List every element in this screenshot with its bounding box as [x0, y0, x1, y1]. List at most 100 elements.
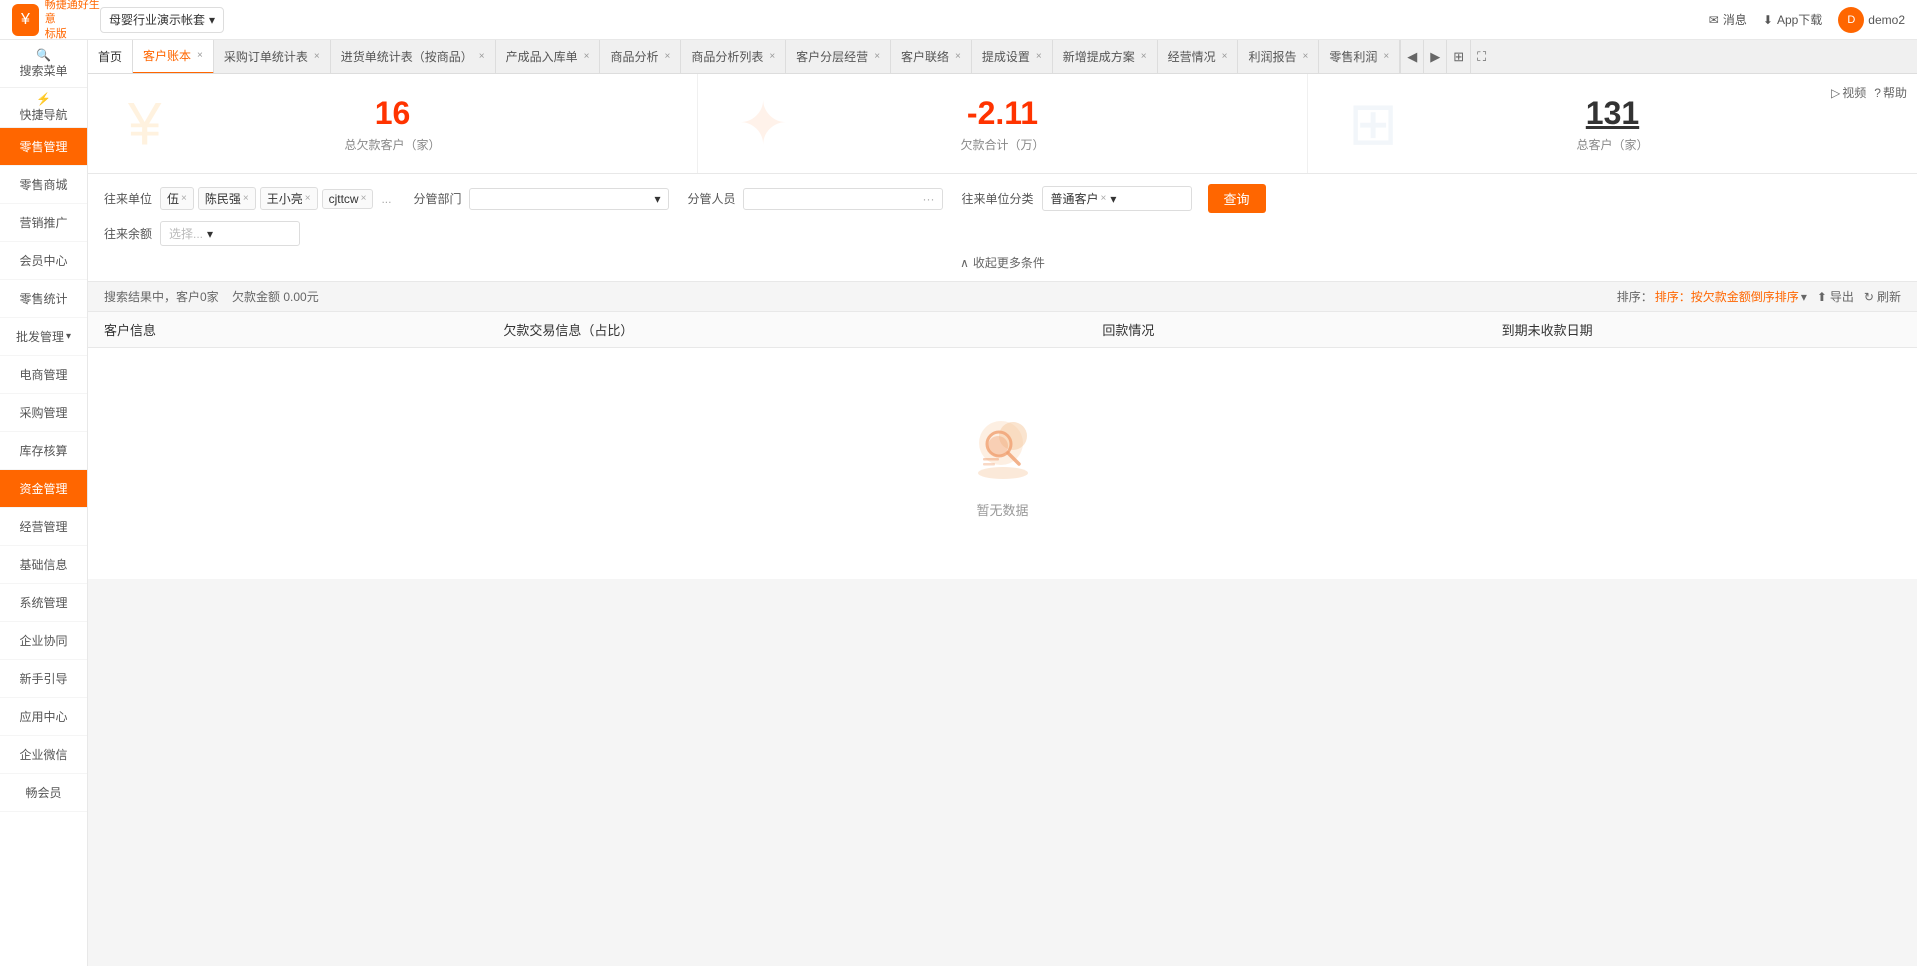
col-customer-info: 客户信息: [104, 320, 503, 339]
tab-operations-status-close[interactable]: ×: [1222, 51, 1228, 62]
tab-stock-stats-label: 进货单统计表（按商品）: [341, 48, 473, 65]
app-download-btn[interactable]: ⬇ App下载: [1763, 11, 1822, 28]
unit-filter-label: 往来单位: [104, 190, 152, 207]
sidebar-item-retail-stats[interactable]: 零售统计: [0, 280, 87, 318]
logo-icon: ¥: [12, 4, 39, 36]
receivable-label: 欠款合计（万）: [960, 136, 1044, 153]
sidebar-quick-nav-label: 快捷导航: [0, 106, 87, 123]
sidebar-item-app-center[interactable]: 应用中心: [0, 698, 87, 736]
unit-tag-wangxiaoliang-close[interactable]: ×: [305, 193, 311, 204]
tab-operations-status[interactable]: 经营情况 ×: [1158, 40, 1239, 74]
tab-operations-status-label: 经营情况: [1168, 48, 1216, 65]
dept-select[interactable]: ▾: [469, 188, 669, 210]
stats-bg-icon-2: ✦: [738, 89, 788, 159]
unit-category-close[interactable]: ×: [1101, 193, 1107, 204]
tab-retail-profit[interactable]: 零售利润 ×: [1319, 40, 1400, 74]
workspace-label: 母婴行业演示帐套: [109, 11, 205, 28]
unit-tag-chenminqiang-close[interactable]: ×: [243, 193, 249, 204]
tab-nav-right[interactable]: ▶: [1423, 40, 1446, 74]
sidebar-item-purchase[interactable]: 采购管理: [0, 394, 87, 432]
sidebar-item-enterprise-wechat[interactable]: 企业微信: [0, 736, 87, 774]
query-button[interactable]: 查询: [1208, 184, 1266, 213]
tab-profit-report[interactable]: 利润报告 ×: [1238, 40, 1319, 74]
tab-stock-stats-by-product[interactable]: 进货单统计表（按商品） ×: [331, 40, 496, 74]
unit-tag-wangxiaoliang: 王小亮 ×: [260, 187, 318, 210]
tab-new-promotion-label: 新增提成方案: [1063, 48, 1135, 65]
tab-stock-stats-close[interactable]: ×: [479, 51, 485, 62]
tab-customer-receivable[interactable]: 客户账本 ×: [133, 40, 214, 74]
message-btn[interactable]: ✉ 消息: [1709, 11, 1747, 28]
sidebar-item-finance[interactable]: 资金管理: [0, 470, 87, 508]
unit-tags-more[interactable]: ...: [377, 190, 395, 208]
tab-customer-receivable-close[interactable]: ×: [197, 50, 203, 61]
tab-fullscreen[interactable]: ⛶: [1470, 40, 1492, 74]
tab-customer-receivable-label: 客户账本: [143, 47, 191, 64]
sidebar-item-basic-info[interactable]: 基础信息: [0, 546, 87, 584]
tab-new-promotion[interactable]: 新增提成方案 ×: [1053, 40, 1158, 74]
tab-product-analysis-label: 商品分析: [610, 48, 658, 65]
tab-product-analysis-list-label: 商品分析列表: [691, 48, 763, 65]
video-btn[interactable]: ▷ 视频: [1831, 84, 1866, 101]
tab-promotion-settings[interactable]: 提成设置 ×: [972, 40, 1053, 74]
person-select[interactable]: ···: [743, 188, 943, 210]
col-receivable-info: 欠款交易信息（占比）: [503, 320, 1102, 339]
result-summary-text: 搜索结果中，客户0家: [104, 290, 219, 304]
chevron-down-icon-dept: ▾: [654, 192, 660, 206]
sidebar-item-member-center[interactable]: 会员中心: [0, 242, 87, 280]
unit-category-select[interactable]: 普通客户 × ▾: [1042, 186, 1192, 211]
tab-product-cost[interactable]: 产成品入库单 ×: [496, 40, 601, 74]
tab-profit-report-close[interactable]: ×: [1302, 51, 1308, 62]
sidebar-item-retail-mgmt[interactable]: 零售管理: [0, 128, 87, 166]
user-profile[interactable]: D demo2: [1838, 7, 1905, 33]
sidebar-item-marketing[interactable]: 营销推广: [0, 204, 87, 242]
tab-new-promotion-close[interactable]: ×: [1141, 51, 1147, 62]
search-icon: 🔍: [0, 48, 87, 62]
tab-nav-left[interactable]: ◀: [1400, 40, 1423, 74]
export-btn[interactable]: ⬆ 导出: [1817, 288, 1854, 305]
result-summary: 搜索结果中，客户0家 欠款金额 0.00元: [104, 288, 319, 305]
username-label: demo2: [1868, 13, 1905, 27]
tab-nav-menu[interactable]: ⊞: [1446, 40, 1470, 74]
tab-customer-tier[interactable]: 客户分层经营 ×: [786, 40, 891, 74]
tab-product-analysis-list-close[interactable]: ×: [769, 51, 775, 62]
sidebar-item-system[interactable]: 系统管理: [0, 584, 87, 622]
sort-selector[interactable]: 排序： 排序：按欠款金额倒序排序 ▾: [1617, 288, 1807, 305]
sidebar-quick-nav[interactable]: ⚡ 快捷导航: [0, 88, 87, 128]
collapse-label: 收起更多条件: [973, 254, 1045, 271]
tab-product-analysis-list[interactable]: 商品分析列表 ×: [681, 40, 786, 74]
sidebar-search[interactable]: 🔍 搜索菜单: [0, 40, 87, 88]
tab-customer-tier-close[interactable]: ×: [874, 51, 880, 62]
tab-product-analysis[interactable]: 商品分析 ×: [600, 40, 681, 74]
sidebar-item-operations[interactable]: 经营管理: [0, 508, 87, 546]
collapse-filters-btn[interactable]: ∧ 收起更多条件: [960, 254, 1045, 271]
col-due-date: 到期未收款日期: [1502, 320, 1901, 339]
sidebar-item-wholesale-mgmt[interactable]: 批发管理 ▾: [0, 318, 87, 356]
tab-retail-profit-close[interactable]: ×: [1383, 51, 1389, 62]
help-btn[interactable]: ? 帮助: [1874, 84, 1907, 101]
unit-category-tag: 普通客户 ×: [1051, 190, 1107, 207]
person-filter-label: 分管人员: [687, 190, 735, 207]
unit-tag-wu-close[interactable]: ×: [181, 193, 187, 204]
tab-customer-contact[interactable]: 客户联络 ×: [891, 40, 972, 74]
sidebar-item-new-guide[interactable]: 新手引导: [0, 660, 87, 698]
tab-product-cost-close[interactable]: ×: [584, 51, 590, 62]
tab-purchase-order-stats[interactable]: 采购订单统计表 ×: [214, 40, 331, 74]
sidebar-item-retail-store[interactable]: 零售商城: [0, 166, 87, 204]
total-customers-value: 16: [375, 94, 411, 132]
sidebar-item-vip-member[interactable]: 畅会员: [0, 774, 87, 812]
tab-purchase-order-stats-label: 采购订单统计表: [224, 48, 308, 65]
tab-product-analysis-close[interactable]: ×: [664, 51, 670, 62]
balance-placeholder: 选择...: [169, 225, 203, 242]
data-table: 客户信息 欠款交易信息（占比） 回款情况 到期未收款日期: [88, 312, 1917, 579]
tab-home[interactable]: 首页: [88, 40, 133, 74]
tab-purchase-order-stats-close[interactable]: ×: [314, 51, 320, 62]
refresh-btn[interactable]: ↻ 刷新: [1864, 288, 1901, 305]
unit-tag-cjttcw-close[interactable]: ×: [361, 193, 367, 204]
sidebar-item-inventory[interactable]: 库存核算: [0, 432, 87, 470]
workspace-selector[interactable]: 母婴行业演示帐套 ▾: [100, 7, 224, 33]
tab-customer-contact-close[interactable]: ×: [955, 51, 961, 62]
sidebar-item-enterprise-collab[interactable]: 企业协同: [0, 622, 87, 660]
sidebar-item-ecommerce[interactable]: 电商管理: [0, 356, 87, 394]
tab-promotion-settings-close[interactable]: ×: [1036, 51, 1042, 62]
balance-select[interactable]: 选择... ▾: [160, 221, 300, 246]
